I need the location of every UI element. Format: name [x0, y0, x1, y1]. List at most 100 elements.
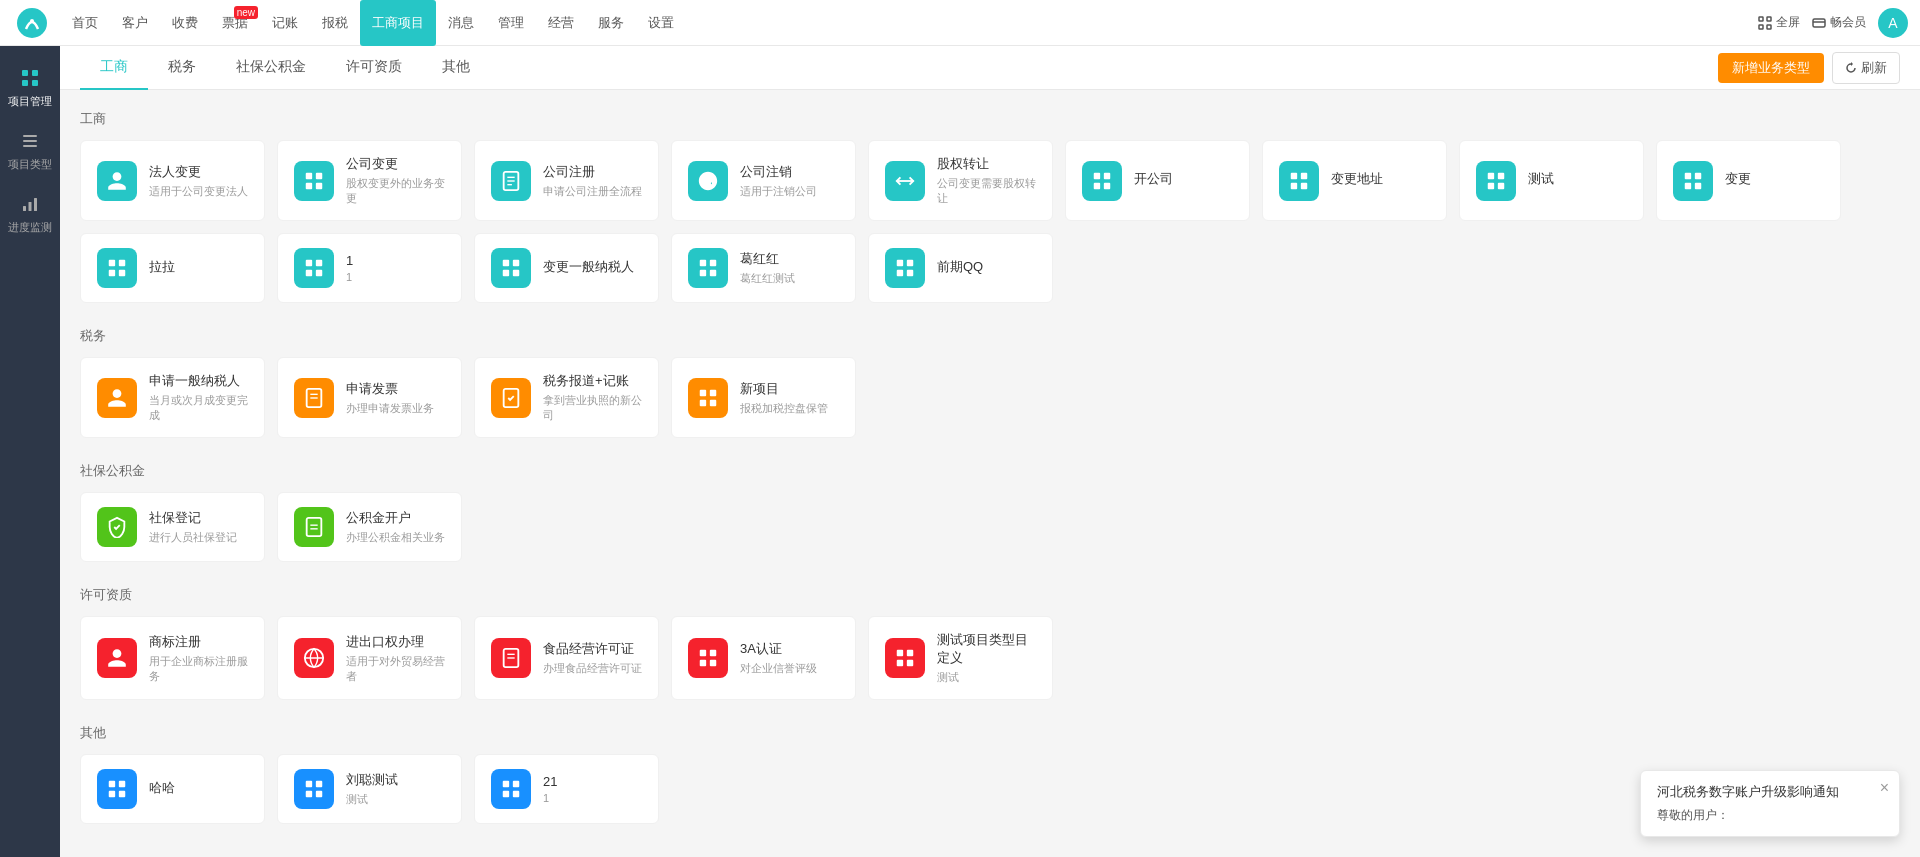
nav-item-settings[interactable]: 设置 [636, 0, 686, 46]
svg-rect-46 [306, 260, 312, 266]
card-desc: 申请公司注册全流程 [543, 184, 642, 199]
nav-item-manage[interactable]: 管理 [486, 0, 536, 46]
svg-rect-45 [119, 270, 125, 276]
card-title: 变更一般纳税人 [543, 258, 634, 276]
card-shangbiao-zhuce[interactable]: 商标注册 用于企业商标注册服务 [80, 616, 265, 700]
new-type-button[interactable]: 新增业务类型 [1718, 53, 1824, 83]
card-biangeng-dizhi[interactable]: 变更地址 [1262, 140, 1447, 221]
card-ceshi[interactable]: 测试 [1459, 140, 1644, 221]
tab-gonshang[interactable]: 工商 [80, 46, 148, 90]
refresh-button[interactable]: 刷新 [1832, 52, 1900, 84]
card-title: 进出口权办理 [346, 633, 445, 651]
nav-item-customer[interactable]: 客户 [110, 0, 160, 46]
card-desc: 办理申请发票业务 [346, 401, 434, 416]
card-desc: 适用于公司变更法人 [149, 184, 248, 199]
refresh-icon [1845, 62, 1857, 74]
cards-grid-xuke: 商标注册 用于企业商标注册服务 进出口权办理 适用于对外贸易经营者 食品经营许可… [80, 616, 1900, 700]
card-liucong-ceshi[interactable]: 刘聪测试 测试 [277, 754, 462, 824]
svg-rect-29 [1104, 182, 1110, 188]
card-3a-renzheng[interactable]: 3A认证 对企业信誉评级 [671, 616, 856, 700]
notification-close-button[interactable]: × [1880, 779, 1889, 797]
svg-rect-13 [23, 145, 37, 147]
card-tax-report[interactable]: 税务报道+记账 拿到营业执照的新公司 [474, 357, 659, 438]
card-title: 股权转让 [937, 155, 1036, 173]
card-shebao-dengji[interactable]: 社保登记 进行人员社保登记 [80, 492, 265, 562]
card-kai-gongsi[interactable]: 开公司 [1065, 140, 1250, 221]
tab-other[interactable]: 其他 [422, 46, 490, 90]
tab-shuiwu[interactable]: 税务 [148, 46, 216, 90]
sidebar-item-project-manage[interactable]: 项目管理 [0, 56, 60, 119]
card-shenqing-yiban[interactable]: 申请一般纳税人 当月或次月成变更完成 [80, 357, 265, 438]
vip-button[interactable]: 畅会员 [1812, 14, 1866, 31]
card-gongsi-zhuce[interactable]: 公司注册 申请公司注册全流程 [474, 140, 659, 221]
nav-item-ticket[interactable]: 票据 new [210, 0, 260, 46]
card-title: 公司变更 [346, 155, 445, 173]
card-icon [294, 248, 334, 288]
fullscreen-button[interactable]: 全屏 [1758, 14, 1800, 31]
card-title: 测试 [1528, 170, 1554, 188]
svg-rect-35 [1498, 172, 1504, 178]
card-title: 食品经营许可证 [543, 640, 642, 658]
card-biangeng2[interactable]: 变更 [1656, 140, 1841, 221]
card-gongsi-biangeng[interactable]: 公司变更 股权变更外的业务变更 [277, 140, 462, 221]
card-guquan-zhuanrang[interactable]: 股权转让 公司变更需要股权转让 [868, 140, 1053, 221]
section-title-other: 其他 [80, 724, 1900, 742]
card-qianqi-qq[interactable]: 前期QQ [868, 233, 1053, 303]
section-title-gongshang: 工商 [80, 110, 1900, 128]
card-shipin-xuke[interactable]: 食品经营许可证 办理食品经营许可证 [474, 616, 659, 700]
svg-rect-48 [306, 270, 312, 276]
card-shenqing-fapiao[interactable]: 申请发票 办理申请发票业务 [277, 357, 462, 438]
card-one[interactable]: 1 1 [277, 233, 462, 303]
sidebar-item-progress[interactable]: 进度监测 [0, 182, 60, 245]
card-title: 公积金开户 [346, 509, 445, 527]
svg-rect-43 [119, 260, 125, 266]
svg-rect-52 [503, 270, 509, 276]
user-avatar[interactable]: A [1878, 8, 1908, 38]
sidebar-item-label: 项目类型 [8, 157, 52, 172]
section-title-shuiwu: 税务 [80, 327, 1900, 345]
card-haha[interactable]: 哈哈 [80, 754, 265, 824]
svg-rect-88 [119, 791, 125, 797]
svg-rect-6 [1813, 19, 1825, 27]
content-area: 工商 法人变更 适用于公司变更法人 公司变更 股权变更外的业务变更 [60, 90, 1920, 857]
grid-icon [18, 66, 42, 90]
card-gehonghong[interactable]: 葛红红 葛红红测试 [671, 233, 856, 303]
card-icon [294, 769, 334, 809]
nav-item-tax[interactable]: 报税 [310, 0, 360, 46]
section-title-xuke: 许可资质 [80, 586, 1900, 604]
svg-rect-26 [1094, 172, 1100, 178]
section-xuke: 许可资质 商标注册 用于企业商标注册服务 进出口权办理 适用于对外贸易经营者 [80, 586, 1900, 700]
card-gongsi-zhuxiao[interactable]: 公司注销 适用于注销公司 [671, 140, 856, 221]
nav-item-home[interactable]: 首页 [60, 0, 110, 46]
svg-rect-37 [1498, 182, 1504, 188]
nav-item-service[interactable]: 服务 [586, 0, 636, 46]
card-title: 开公司 [1134, 170, 1173, 188]
card-21[interactable]: 21 1 [474, 754, 659, 824]
card-desc: 拿到营业执照的新公司 [543, 393, 642, 423]
svg-rect-68 [700, 399, 706, 405]
svg-rect-7 [22, 70, 28, 76]
card-gongjijin-kaihu[interactable]: 公积金开户 办理公积金相关业务 [277, 492, 462, 562]
card-new-project[interactable]: 新项目 报税加税控盘保管 [671, 357, 856, 438]
nav-item-bizproject[interactable]: 工商项目 [360, 0, 436, 46]
logo[interactable] [12, 3, 52, 43]
nav-item-fee[interactable]: 收费 [160, 0, 210, 46]
card-desc: 用于企业商标注册服务 [149, 654, 248, 684]
svg-rect-61 [907, 270, 913, 276]
nav-item-operation[interactable]: 经营 [536, 0, 586, 46]
nav-item-message[interactable]: 消息 [436, 0, 486, 46]
main-wrapper: 工商 税务 社保公积金 许可资质 其他 新增业务类型 刷新 工商 法人变更 [60, 46, 1920, 857]
tab-shebao[interactable]: 社保公积金 [216, 46, 326, 90]
nav-item-bookkeep[interactable]: 记账 [260, 0, 310, 46]
card-fazhen-biangeng[interactable]: 法人变更 适用于公司变更法人 [80, 140, 265, 221]
sidebar-item-project-type[interactable]: 项目类型 [0, 119, 60, 182]
card-ceshi-xuke[interactable]: 测试项目类型目定义 测试 [868, 616, 1053, 700]
card-title: 商标注册 [149, 633, 248, 651]
card-biangeng-yiban[interactable]: 变更一般纳税人 [474, 233, 659, 303]
card-jinchujinkou[interactable]: 进出口权办理 适用于对外贸易经营者 [277, 616, 462, 700]
svg-rect-42 [109, 260, 115, 266]
svg-rect-82 [907, 650, 913, 656]
tab-xuke[interactable]: 许可资质 [326, 46, 422, 90]
card-lala[interactable]: 拉拉 [80, 233, 265, 303]
card-icon [97, 248, 137, 288]
